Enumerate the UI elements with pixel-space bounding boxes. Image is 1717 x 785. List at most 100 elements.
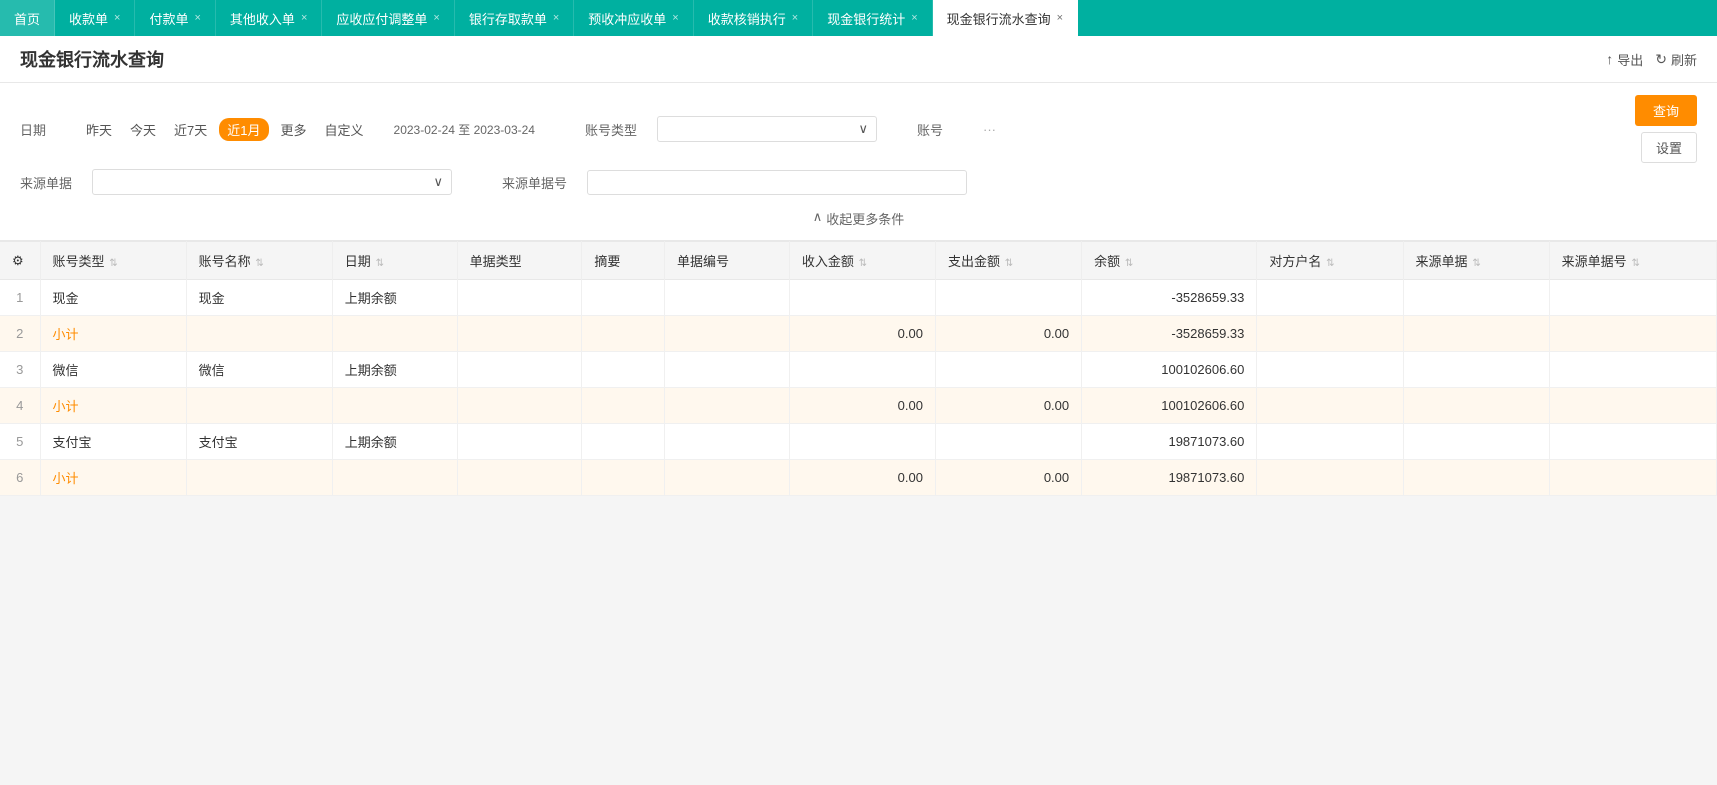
refresh-button[interactable]: ↻ 刷新 bbox=[1655, 50, 1697, 69]
cell-balance-4: 19871073.60 bbox=[1082, 424, 1257, 460]
nav-close-payment[interactable]: × bbox=[194, 12, 200, 24]
cell-account_type-3: 小计 bbox=[40, 388, 186, 424]
cell-account_type-2: 微信 bbox=[40, 352, 186, 388]
cell-date-0: 上期余额 bbox=[332, 280, 457, 316]
nav-close-prepay-offset[interactable]: × bbox=[672, 12, 678, 24]
cell-doc_type-4 bbox=[457, 424, 582, 460]
nav-item-cash-bank-stats[interactable]: 现金银行统计× bbox=[813, 0, 932, 36]
cell-date-3 bbox=[332, 388, 457, 424]
cell-balance-0: -3528659.33 bbox=[1082, 280, 1257, 316]
row-num-4: 5 bbox=[0, 424, 40, 460]
cell-doc_no-3 bbox=[665, 388, 790, 424]
export-button[interactable]: ↑ 导出 bbox=[1606, 50, 1643, 69]
date-7days[interactable]: 近7天 bbox=[168, 118, 213, 141]
col-header-doc_type: 单据类型 bbox=[457, 242, 582, 280]
main-table: ⚙账号类型 ⇅账号名称 ⇅日期 ⇅单据类型摘要单据编号收入金额 ⇅支出金额 ⇅余… bbox=[0, 241, 1717, 496]
account-dots[interactable]: ··· bbox=[983, 122, 996, 137]
collapse-label: 收起更多条件 bbox=[826, 209, 904, 228]
cell-doc_no-1 bbox=[665, 316, 790, 352]
cell-summary-0 bbox=[582, 280, 665, 316]
date-1month[interactable]: 近1月 bbox=[219, 118, 268, 141]
nav-item-prepay-offset[interactable]: 预收冲应收单× bbox=[574, 0, 693, 36]
cell-income-1: 0.00 bbox=[789, 316, 935, 352]
col-header-source_doc[interactable]: 来源单据 ⇅ bbox=[1403, 242, 1549, 280]
source-doc-no-input[interactable] bbox=[587, 170, 967, 195]
date-today[interactable]: 今天 bbox=[124, 118, 162, 141]
nav-close-cash-bank-flow[interactable]: × bbox=[1057, 12, 1063, 24]
cell-account_type-5: 小计 bbox=[40, 460, 186, 496]
col-header-source_doc_no[interactable]: 来源单据号 ⇅ bbox=[1549, 242, 1716, 280]
cell-account_name-0: 现金 bbox=[186, 280, 332, 316]
col-header-gear: ⚙ bbox=[0, 242, 40, 280]
filter-row-2: 来源单据 ∨ 来源单据号 bbox=[20, 169, 1697, 195]
right-action-group: 查询 设置 bbox=[1635, 95, 1697, 163]
cell-balance-1: -3528659.33 bbox=[1082, 316, 1257, 352]
row-num-2: 3 bbox=[0, 352, 40, 388]
query-button[interactable]: 查询 bbox=[1635, 95, 1697, 126]
col-header-expense[interactable]: 支出金额 ⇅ bbox=[935, 242, 1081, 280]
account-type-label: 账号类型 bbox=[585, 120, 637, 139]
top-nav: 首页收款单×付款单×其他收入单×应收应付调整单×银行存取款单×预收冲应收单×收款… bbox=[0, 0, 1717, 36]
col-header-counterparty[interactable]: 对方户名 ⇅ bbox=[1257, 242, 1403, 280]
header-actions: ↑ 导出 ↻ 刷新 bbox=[1606, 50, 1697, 69]
nav-item-bank-deposit[interactable]: 银行存取款单× bbox=[455, 0, 574, 36]
account-type-select[interactable]: ∨ bbox=[657, 116, 877, 142]
date-yesterday[interactable]: 昨天 bbox=[80, 118, 118, 141]
date-more[interactable]: 更多 bbox=[275, 118, 313, 141]
col-header-account_type[interactable]: 账号类型 ⇅ bbox=[40, 242, 186, 280]
cell-doc_no-2 bbox=[665, 352, 790, 388]
cell-income-3: 0.00 bbox=[789, 388, 935, 424]
col-header-income[interactable]: 收入金额 ⇅ bbox=[789, 242, 935, 280]
row-num-1: 2 bbox=[0, 316, 40, 352]
cell-expense-2 bbox=[935, 352, 1081, 388]
cell-income-4 bbox=[789, 424, 935, 460]
nav-item-other-income[interactable]: 其他收入单× bbox=[216, 0, 322, 36]
filter-area: 日期 昨天 今天 近7天 近1月 更多 自定义 2023-02-24 至 202… bbox=[0, 83, 1717, 241]
date-range-display: 2023-02-24 至 2023-03-24 bbox=[394, 121, 535, 138]
cell-counterparty-5 bbox=[1257, 460, 1403, 496]
cell-counterparty-1 bbox=[1257, 316, 1403, 352]
nav-item-payment[interactable]: 付款单× bbox=[135, 0, 215, 36]
nav-item-home[interactable]: 首页 bbox=[0, 0, 55, 36]
col-header-balance[interactable]: 余额 ⇅ bbox=[1082, 242, 1257, 280]
nav-item-ar-ap-adjust[interactable]: 应收应付调整单× bbox=[322, 0, 454, 36]
collapse-icon: ∧ bbox=[813, 209, 823, 228]
cell-account_type-4: 支付宝 bbox=[40, 424, 186, 460]
cell-expense-3: 0.00 bbox=[935, 388, 1081, 424]
nav-item-receipt[interactable]: 收款单× bbox=[55, 0, 135, 36]
nav-close-ar-ap-adjust[interactable]: × bbox=[433, 12, 439, 24]
source-doc-select[interactable]: ∨ bbox=[92, 169, 452, 195]
date-options: 昨天 今天 近7天 近1月 更多 自定义 bbox=[80, 118, 370, 141]
filter-row-1: 日期 昨天 今天 近7天 近1月 更多 自定义 2023-02-24 至 202… bbox=[20, 95, 1697, 163]
cell-date-2: 上期余额 bbox=[332, 352, 457, 388]
cell-summary-5 bbox=[582, 460, 665, 496]
source-doc-label: 来源单据 bbox=[20, 173, 72, 192]
nav-item-cash-bank-flow[interactable]: 现金银行流水查询× bbox=[933, 0, 1078, 36]
cell-date-5 bbox=[332, 460, 457, 496]
table-row: 3微信微信上期余额100102606.60 bbox=[0, 352, 1717, 388]
cell-date-4: 上期余额 bbox=[332, 424, 457, 460]
collapse-bar[interactable]: ∧ 收起更多条件 bbox=[20, 205, 1697, 228]
cell-doc_type-3 bbox=[457, 388, 582, 424]
col-header-account_name[interactable]: 账号名称 ⇅ bbox=[186, 242, 332, 280]
cell-account_name-5 bbox=[186, 460, 332, 496]
col-header-date[interactable]: 日期 ⇅ bbox=[332, 242, 457, 280]
nav-close-other-income[interactable]: × bbox=[301, 12, 307, 24]
settings-button[interactable]: 设置 bbox=[1641, 132, 1697, 163]
refresh-label: 刷新 bbox=[1671, 50, 1697, 69]
cell-income-0 bbox=[789, 280, 935, 316]
cell-doc_type-0 bbox=[457, 280, 582, 316]
cell-expense-4 bbox=[935, 424, 1081, 460]
cell-doc_no-0 bbox=[665, 280, 790, 316]
cell-source_doc_no-0 bbox=[1549, 280, 1716, 316]
nav-close-receipt[interactable]: × bbox=[114, 12, 120, 24]
cell-income-5: 0.00 bbox=[789, 460, 935, 496]
nav-close-bank-deposit[interactable]: × bbox=[553, 12, 559, 24]
nav-close-cash-bank-stats[interactable]: × bbox=[911, 12, 917, 24]
nav-item-receipt-verify[interactable]: 收款核销执行× bbox=[694, 0, 813, 36]
source-doc-no-label: 来源单据号 bbox=[502, 173, 567, 192]
cell-doc_no-4 bbox=[665, 424, 790, 460]
date-custom[interactable]: 自定义 bbox=[319, 118, 370, 141]
nav-close-receipt-verify[interactable]: × bbox=[792, 12, 798, 24]
col-header-doc_no: 单据编号 bbox=[665, 242, 790, 280]
